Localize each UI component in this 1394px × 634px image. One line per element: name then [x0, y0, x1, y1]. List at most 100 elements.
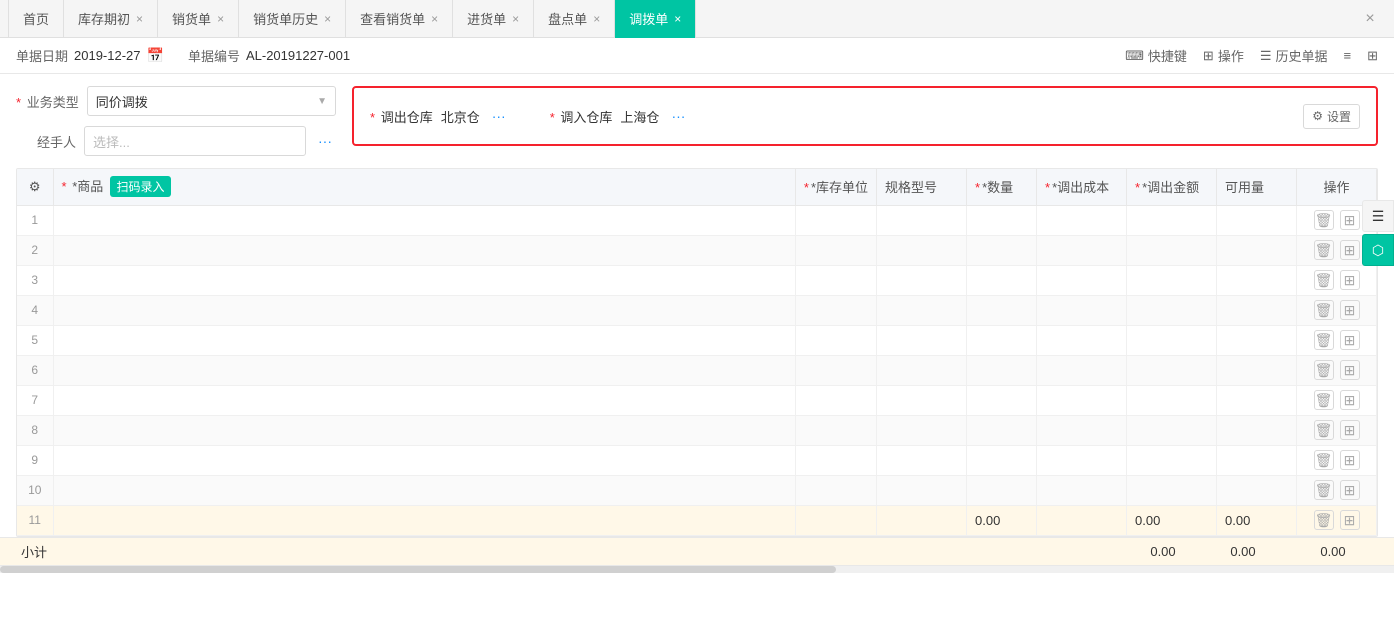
row-spec[interactable]: [877, 325, 967, 355]
row-spec[interactable]: [877, 385, 967, 415]
transfer-out-more-button[interactable]: ···: [488, 108, 510, 124]
window-close-button[interactable]: ×: [1354, 3, 1386, 35]
delete-row-icon[interactable]: 🗑: [1314, 300, 1334, 320]
row-product[interactable]: [53, 205, 795, 235]
row-product[interactable]: [53, 295, 795, 325]
row-qty[interactable]: [967, 265, 1037, 295]
row-unit[interactable]: [795, 355, 876, 385]
row-cost[interactable]: [1037, 265, 1127, 295]
tab-sales-order[interactable]: 销货单 ×: [158, 0, 239, 38]
row-product[interactable]: [53, 265, 795, 295]
row-spec[interactable]: [877, 415, 967, 445]
row-amount[interactable]: [1127, 295, 1217, 325]
copy-row-icon[interactable]: ⊞: [1340, 360, 1360, 380]
row-amount[interactable]: [1127, 385, 1217, 415]
row-amount[interactable]: [1127, 445, 1217, 475]
sidebar-list-icon[interactable]: ☰: [1362, 200, 1394, 232]
row-amount[interactable]: [1127, 205, 1217, 235]
row-spec[interactable]: [877, 235, 967, 265]
row-spec[interactable]: [877, 445, 967, 475]
row-cost[interactable]: [1037, 205, 1127, 235]
copy-row-icon[interactable]: ⊞: [1340, 510, 1360, 530]
row-unit[interactable]: [795, 295, 876, 325]
row-amount[interactable]: [1127, 325, 1217, 355]
date-value[interactable]: 2019-12-27: [74, 48, 141, 63]
row-spec[interactable]: [877, 475, 967, 505]
transfer-in-more-button[interactable]: ···: [667, 108, 689, 124]
tab-sales-order-close[interactable]: ×: [217, 12, 224, 26]
row-qty[interactable]: [967, 475, 1037, 505]
row-unit[interactable]: [795, 325, 876, 355]
row-cost[interactable]: [1037, 235, 1127, 265]
sidebar-expand-icon[interactable]: ⬡: [1362, 234, 1394, 266]
row-cost[interactable]: [1037, 475, 1127, 505]
copy-row-icon[interactable]: ⊞: [1340, 450, 1360, 470]
row-product[interactable]: [53, 475, 795, 505]
row-unit[interactable]: [795, 235, 876, 265]
row-spec[interactable]: [877, 355, 967, 385]
tab-inventory-init[interactable]: 库存期初 ×: [64, 0, 158, 38]
row-amount[interactable]: [1127, 235, 1217, 265]
tab-sales-history[interactable]: 销货单历史 ×: [239, 0, 346, 38]
copy-row-icon[interactable]: ⊞: [1340, 420, 1360, 440]
row-cost[interactable]: [1037, 385, 1127, 415]
copy-row-icon[interactable]: ⊞: [1340, 300, 1360, 320]
tab-view-sales[interactable]: 查看销货单 ×: [346, 0, 453, 38]
row-amount[interactable]: [1127, 265, 1217, 295]
row-qty[interactable]: [967, 445, 1037, 475]
row-amount[interactable]: [1127, 475, 1217, 505]
row-cost[interactable]: [1037, 445, 1127, 475]
row-spec[interactable]: [877, 265, 967, 295]
tab-purchase[interactable]: 进货单 ×: [453, 0, 534, 38]
tab-inventory-close[interactable]: ×: [593, 12, 600, 26]
row-unit[interactable]: [795, 385, 876, 415]
horizontal-scrollbar[interactable]: [0, 565, 1394, 573]
copy-row-icon[interactable]: ⊞: [1340, 330, 1360, 350]
tab-transfer-close[interactable]: ×: [674, 12, 681, 26]
row-amount[interactable]: [1127, 355, 1217, 385]
delete-row-icon[interactable]: 🗑: [1314, 480, 1334, 500]
delete-row-icon[interactable]: 🗑: [1314, 420, 1334, 440]
scan-button[interactable]: 扫码录入: [110, 176, 170, 197]
row-unit[interactable]: [795, 415, 876, 445]
operation-button[interactable]: ⊞ 操作: [1203, 46, 1244, 65]
view-toggle-grid[interactable]: ⊞: [1367, 48, 1378, 64]
tab-purchase-close[interactable]: ×: [512, 12, 519, 26]
tab-home[interactable]: 首页: [8, 0, 64, 38]
person-input[interactable]: 选择...: [84, 126, 306, 156]
row-spec[interactable]: [877, 295, 967, 325]
copy-row-icon[interactable]: ⊞: [1340, 210, 1360, 230]
row-cost[interactable]: [1037, 295, 1127, 325]
row-unit[interactable]: [795, 205, 876, 235]
delete-row-icon[interactable]: 🗑: [1314, 270, 1334, 290]
row-spec[interactable]: [877, 205, 967, 235]
tab-inventory[interactable]: 盘点单 ×: [534, 0, 615, 38]
row-cost[interactable]: [1037, 325, 1127, 355]
row-qty[interactable]: [967, 415, 1037, 445]
gear-settings-icon[interactable]: ⚙: [29, 179, 41, 194]
row-cost[interactable]: [1037, 355, 1127, 385]
row-product[interactable]: [53, 355, 795, 385]
row-qty[interactable]: [967, 205, 1037, 235]
history-button[interactable]: ☰ 历史单据: [1260, 46, 1328, 65]
row-qty[interactable]: [967, 385, 1037, 415]
row-qty[interactable]: [967, 235, 1037, 265]
tab-sales-history-close[interactable]: ×: [324, 12, 331, 26]
copy-row-icon[interactable]: ⊞: [1340, 480, 1360, 500]
row-product[interactable]: [53, 325, 795, 355]
person-more-button[interactable]: ···: [314, 133, 336, 149]
tab-view-sales-close[interactable]: ×: [431, 12, 438, 26]
tab-transfer[interactable]: 调拨单 ×: [615, 0, 696, 38]
row-unit[interactable]: [795, 445, 876, 475]
tab-inventory-init-close[interactable]: ×: [136, 12, 143, 26]
settings-button[interactable]: ⚙ 设置: [1303, 104, 1360, 129]
row-cost[interactable]: [1037, 415, 1127, 445]
row-unit[interactable]: [795, 475, 876, 505]
shortcut-button[interactable]: ⌨ 快捷键: [1125, 46, 1187, 65]
delete-row-icon[interactable]: 🗑: [1314, 360, 1334, 380]
delete-row-icon[interactable]: 🗑: [1314, 210, 1334, 230]
row-qty[interactable]: [967, 325, 1037, 355]
delete-row-icon[interactable]: 🗑: [1314, 390, 1334, 410]
row-product[interactable]: [53, 385, 795, 415]
view-toggle-list[interactable]: ≡: [1344, 48, 1352, 63]
